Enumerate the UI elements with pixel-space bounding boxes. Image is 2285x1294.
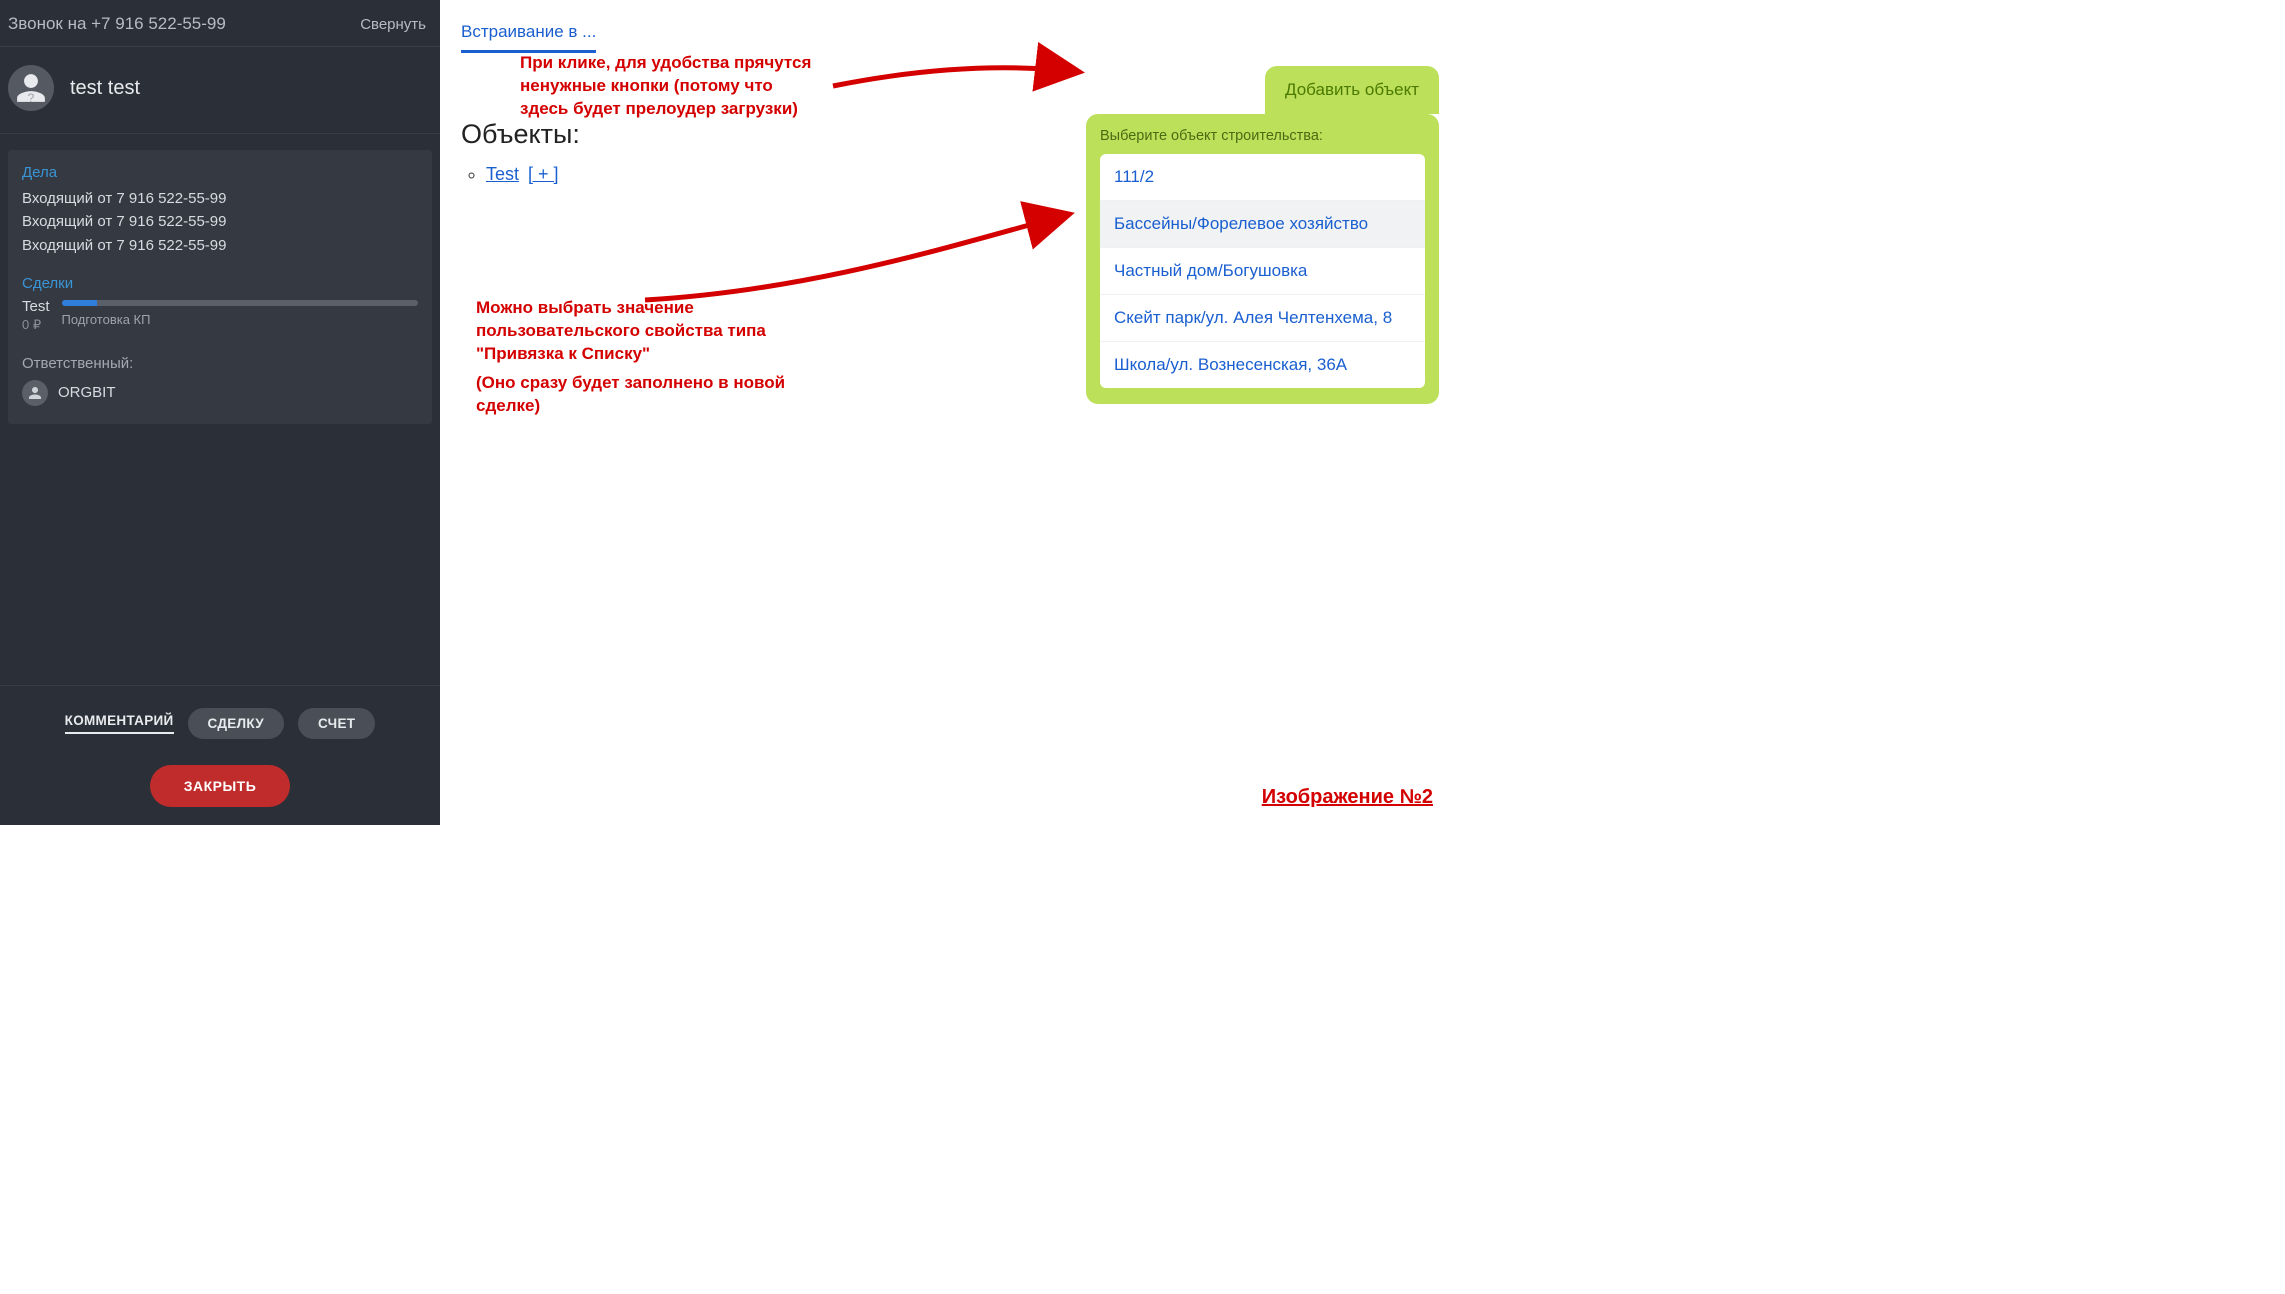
- object-option[interactable]: Частный дом/Богушовка: [1100, 248, 1425, 295]
- activity-item[interactable]: Входящий от 7 916 522-55-99: [22, 234, 418, 257]
- deal-name: Test: [22, 298, 50, 315]
- stage-progress-fill: [62, 300, 98, 306]
- stage-progress-track: [62, 300, 418, 306]
- deals-label: Сделки: [22, 275, 418, 292]
- activity-item[interactable]: Входящий от 7 916 522-55-99: [22, 187, 418, 210]
- deal-stage: Подготовка КП: [62, 300, 418, 327]
- stage-label: Подготовка КП: [62, 312, 418, 327]
- unknown-badge-icon: ?: [28, 91, 35, 105]
- person-icon: [26, 384, 44, 402]
- activities-label: Дела: [22, 164, 418, 181]
- add-object-prompt: Выберите объект строительства:: [1100, 128, 1425, 144]
- action-tabs: КОММЕНТАРИЙ СДЕЛКУ СЧЕТ: [0, 685, 440, 739]
- object-option[interactable]: Бассейны/Форелевое хозяйство: [1100, 201, 1425, 248]
- close-button[interactable]: ЗАКРЫТЬ: [150, 765, 291, 807]
- tab-invoice-button[interactable]: СЧЕТ: [298, 708, 375, 739]
- contact-row: ? test test: [0, 47, 440, 134]
- deal-info: Test 0 ₽: [22, 298, 50, 333]
- responsible-row[interactable]: ORGBIT: [22, 380, 418, 406]
- annotation-mid: Можно выбрать значение пользовательского…: [476, 297, 806, 418]
- add-object-popup: Добавить объект Выберите объект строител…: [1086, 66, 1439, 404]
- annotation-top: При клике, для удобства прячутся ненужны…: [520, 52, 820, 121]
- annotation-arrow-icon: [828, 58, 1088, 103]
- object-option[interactable]: Школа/ул. Вознесенская, 36А: [1100, 342, 1425, 388]
- responsible-name: ORGBIT: [58, 384, 116, 401]
- add-object-body: Выберите объект строительства: 111/2 Бас…: [1086, 114, 1439, 404]
- embed-tab[interactable]: Встраивание в ...: [461, 0, 596, 53]
- call-title: Звонок на +7 916 522-55-99: [8, 14, 226, 34]
- object-option-list: 111/2 Бассейны/Форелевое хозяйство Частн…: [1100, 154, 1425, 388]
- collapse-link[interactable]: Свернуть: [360, 16, 426, 33]
- embed-panel: Встраивание в ... Объекты: Test [ + ] До…: [440, 0, 1457, 825]
- deal-amount: 0 ₽: [22, 317, 50, 333]
- responsible-avatar: [22, 380, 48, 406]
- responsible-label: Ответственный:: [22, 355, 418, 372]
- annotation-mid-line2: (Оно сразу будет заполнено в новой сделк…: [476, 372, 806, 418]
- tab-deal-button[interactable]: СДЕЛКУ: [188, 708, 284, 739]
- image-number-label: Изображение №2: [1262, 786, 1433, 809]
- contact-name[interactable]: test test: [70, 77, 140, 100]
- annotation-arrow-icon: [640, 210, 1080, 315]
- activity-item[interactable]: Входящий от 7 916 522-55-99: [22, 210, 418, 233]
- object-option[interactable]: 111/2: [1100, 154, 1425, 201]
- object-option[interactable]: Скейт парк/ул. Алея Челтенхема, 8: [1100, 295, 1425, 342]
- call-header: Звонок на +7 916 522-55-99 Свернуть: [0, 0, 440, 47]
- summary-card: Дела Входящий от 7 916 522-55-99 Входящи…: [8, 150, 432, 424]
- object-link[interactable]: Test: [486, 164, 519, 184]
- tab-comment[interactable]: КОММЕНТАРИЙ: [65, 713, 174, 734]
- close-wrap: ЗАКРЫТЬ: [0, 739, 440, 825]
- call-panel: Звонок на +7 916 522-55-99 Свернуть ? te…: [0, 0, 440, 825]
- contact-avatar[interactable]: ?: [8, 65, 54, 111]
- deal-row[interactable]: Test 0 ₽ Подготовка КП: [22, 298, 418, 333]
- object-add-link[interactable]: [ + ]: [528, 164, 559, 184]
- add-object-tab[interactable]: Добавить объект: [1265, 66, 1439, 114]
